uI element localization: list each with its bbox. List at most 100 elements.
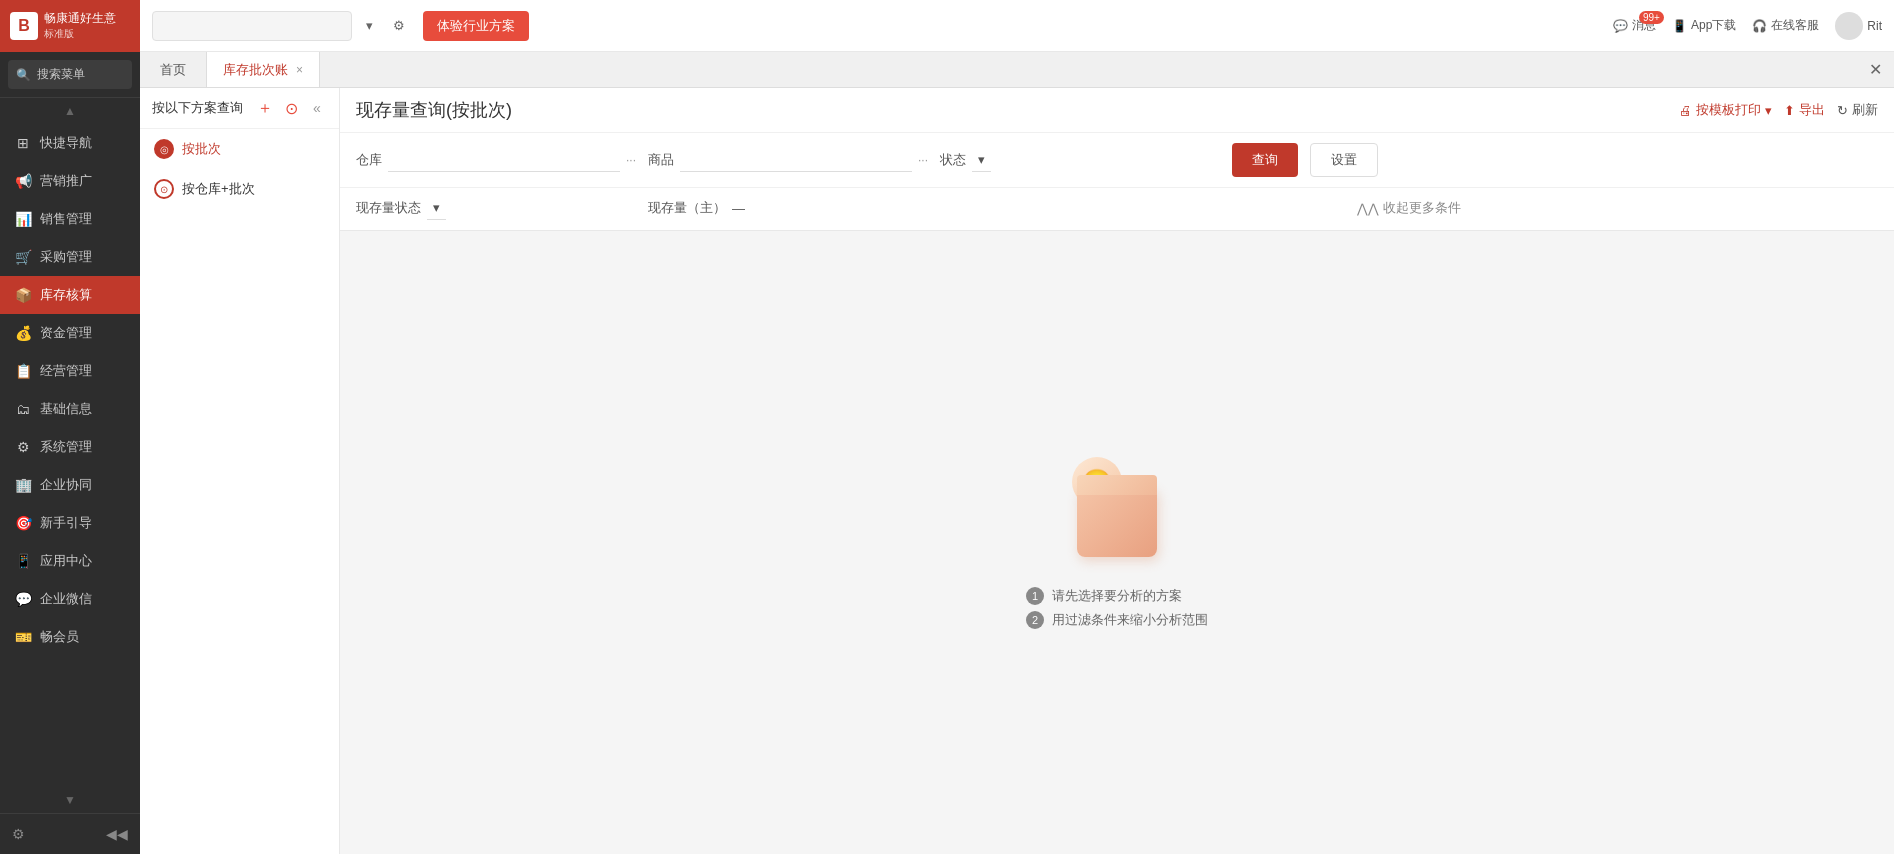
- add-scheme-button[interactable]: ＋: [255, 98, 275, 118]
- sidebar-item-label: 采购管理: [40, 248, 92, 266]
- print-dropdown-icon: ▾: [1765, 103, 1772, 118]
- tab-bar: 首页 库存批次账 × ✕: [140, 52, 1894, 88]
- inventory-status-label: 现存量状态: [356, 199, 421, 217]
- tab-inventory-batch[interactable]: 库存批次账 ×: [207, 52, 320, 87]
- sidebar-item-app-center[interactable]: 📱 应用中心: [0, 542, 140, 580]
- basic-icon: 🗂: [14, 400, 32, 418]
- sidebar-item-label: 销售管理: [40, 210, 92, 228]
- filter-row-2: 现存量状态 ▾ 现存量（主） — ⋀⋀ 收起更多条件: [340, 188, 1894, 231]
- sidebar-item-enterprise[interactable]: 🏢 企业协同: [0, 466, 140, 504]
- sidebar-item-sales[interactable]: 📊 销售管理: [0, 200, 140, 238]
- sidebar-item-label: 应用中心: [40, 552, 92, 570]
- warehouse-label: 仓库: [356, 151, 382, 169]
- refresh-icon: ↻: [1837, 103, 1848, 118]
- print-button[interactable]: 🖨 按模板打印 ▾: [1679, 101, 1772, 119]
- query-button[interactable]: 查询: [1232, 143, 1298, 177]
- sidebar-item-label: 企业微信: [40, 590, 92, 608]
- settings-button[interactable]: ⚙: [8, 822, 29, 846]
- batch-scheme-icon: ◎: [154, 139, 174, 159]
- search-menu-button[interactable]: 🔍 搜索菜单: [8, 60, 132, 89]
- panel-close-button[interactable]: ✕: [1857, 60, 1894, 79]
- product-label: 商品: [648, 151, 674, 169]
- sidebar-item-basic[interactable]: 🗂 基础信息: [0, 390, 140, 428]
- status-filter-field: 状态 ▾: [940, 148, 1220, 172]
- status-dropdown-arrow: ▾: [978, 152, 985, 167]
- sidebar-item-label: 新手引导: [40, 514, 92, 532]
- topbar-right: 💬 消息 99+ 📱 App下载 🎧 在线客服 Rit: [1613, 12, 1882, 40]
- collapse-sidebar-button[interactable]: ◀◀: [102, 822, 132, 846]
- query-header-actions: 🖨 按模板打印 ▾ ⬆ 导出 ↻ 刷新: [1679, 101, 1878, 119]
- app-download-label: App下载: [1691, 17, 1736, 34]
- product-more-button[interactable]: ···: [918, 153, 928, 167]
- app-center-icon: 📱: [14, 552, 32, 570]
- app-logo: B: [10, 12, 38, 40]
- sidebar-item-system[interactable]: ⚙ 系统管理: [0, 428, 140, 466]
- tab-close-button[interactable]: ×: [296, 63, 303, 77]
- inventory-status-field: 现存量状态 ▾: [356, 196, 636, 220]
- marketing-icon: 📢: [14, 172, 32, 190]
- sidebar-item-label: 畅会员: [40, 628, 79, 646]
- system-icon: ⚙: [14, 438, 32, 456]
- sidebar-item-newbie[interactable]: 🎯 新手引导: [0, 504, 140, 542]
- dropdown-button[interactable]: ▾: [360, 14, 379, 37]
- sidebar-item-label: 库存核算: [40, 286, 92, 304]
- user-profile-item[interactable]: Rit: [1835, 12, 1882, 40]
- scroll-up-button[interactable]: ▲: [0, 100, 140, 122]
- inventory-status-select[interactable]: ▾: [427, 196, 446, 220]
- empty-step-2: 2 用过滤条件来缩小分析范围: [1026, 611, 1208, 629]
- sidebar-item-label: 企业协同: [40, 476, 92, 494]
- search-input[interactable]: [161, 19, 343, 33]
- warehouse-input[interactable]: [388, 148, 620, 172]
- sidebar-item-wechat[interactable]: 💬 企业微信: [0, 580, 140, 618]
- sidebar-item-operation[interactable]: 📋 经营管理: [0, 352, 140, 390]
- export-button[interactable]: ⬆ 导出: [1784, 101, 1825, 119]
- sidebar-search-area: 🔍 搜索菜单: [0, 52, 140, 98]
- tab-home[interactable]: 首页: [140, 52, 207, 87]
- sidebar-item-purchase[interactable]: 🛒 采购管理: [0, 238, 140, 276]
- messages-item[interactable]: 💬 消息 99+: [1613, 17, 1656, 34]
- online-service-label: 在线客服: [1771, 17, 1819, 34]
- message-icon: 💬: [1613, 19, 1628, 33]
- status-select[interactable]: ▾: [972, 148, 991, 172]
- filter-scheme-label: 按以下方案查询: [152, 99, 243, 117]
- online-service-item[interactable]: 🎧 在线客服: [1752, 17, 1819, 34]
- sidebar-item-marketing[interactable]: 📢 营销推广: [0, 162, 140, 200]
- headset-icon: 🎧: [1752, 19, 1767, 33]
- wechat-icon: 💬: [14, 590, 32, 608]
- empty-illustration: 😐: [1057, 457, 1177, 567]
- company-name: 畅康通好生意: [44, 11, 116, 27]
- scheme-item-batch[interactable]: ◎ 按批次: [140, 129, 339, 169]
- refresh-button[interactable]: ↻ 刷新: [1837, 101, 1878, 119]
- settings-button[interactable]: 设置: [1310, 143, 1378, 177]
- finance-icon: 💰: [14, 324, 32, 342]
- warehouse-batch-icon: ⊙: [154, 179, 174, 199]
- empty-step-1: 1 请先选择要分析的方案: [1026, 587, 1208, 605]
- phone-icon: 📱: [1672, 19, 1687, 33]
- settings-gear-button[interactable]: ⚙: [387, 14, 411, 37]
- inventory-amount-dash: —: [732, 201, 745, 216]
- filter-row-1: 仓库 ··· 商品 ··· 状态 ▾ 查询 设置: [340, 133, 1894, 188]
- user-avatar: [1835, 12, 1863, 40]
- purchase-icon: 🛒: [14, 248, 32, 266]
- step-1-number: 1: [1026, 587, 1044, 605]
- sidebar-item-member[interactable]: 🎫 畅会员: [0, 618, 140, 656]
- step-2-number: 2: [1026, 611, 1044, 629]
- sidebar-item-inventory[interactable]: 📦 库存核算: [0, 276, 140, 314]
- quick-nav-icon: ⊞: [14, 134, 32, 152]
- sidebar: B 畅康通好生意 标准版 🔍 搜索菜单 ▲ ⊞ 快捷导航 📢 营销推广 📊 销售…: [0, 0, 140, 854]
- topbar: ▾ ⚙ 体验行业方案 💬 消息 99+ 📱 App下载 🎧 在线客服 Rit: [140, 0, 1894, 52]
- scheme-settings-button[interactable]: ⊙: [281, 98, 301, 118]
- sidebar-item-label: 基础信息: [40, 400, 92, 418]
- app-download-item[interactable]: 📱 App下载: [1672, 17, 1736, 34]
- collapse-filter-button[interactable]: «: [307, 98, 327, 118]
- scheme-item-warehouse-batch[interactable]: ⊙ 按仓库+批次: [140, 169, 339, 209]
- product-input[interactable]: [680, 148, 912, 172]
- enterprise-icon: 🏢: [14, 476, 32, 494]
- sidebar-item-finance[interactable]: 💰 资金管理: [0, 314, 140, 352]
- step-1-text: 请先选择要分析的方案: [1052, 587, 1182, 605]
- collapse-more-button[interactable]: ⋀⋀ 收起更多条件: [1357, 199, 1461, 217]
- warehouse-more-button[interactable]: ···: [626, 153, 636, 167]
- scroll-down-button[interactable]: ▼: [0, 789, 140, 811]
- sidebar-item-quick-nav[interactable]: ⊞ 快捷导航: [0, 124, 140, 162]
- experience-btn[interactable]: 体验行业方案: [423, 11, 529, 41]
